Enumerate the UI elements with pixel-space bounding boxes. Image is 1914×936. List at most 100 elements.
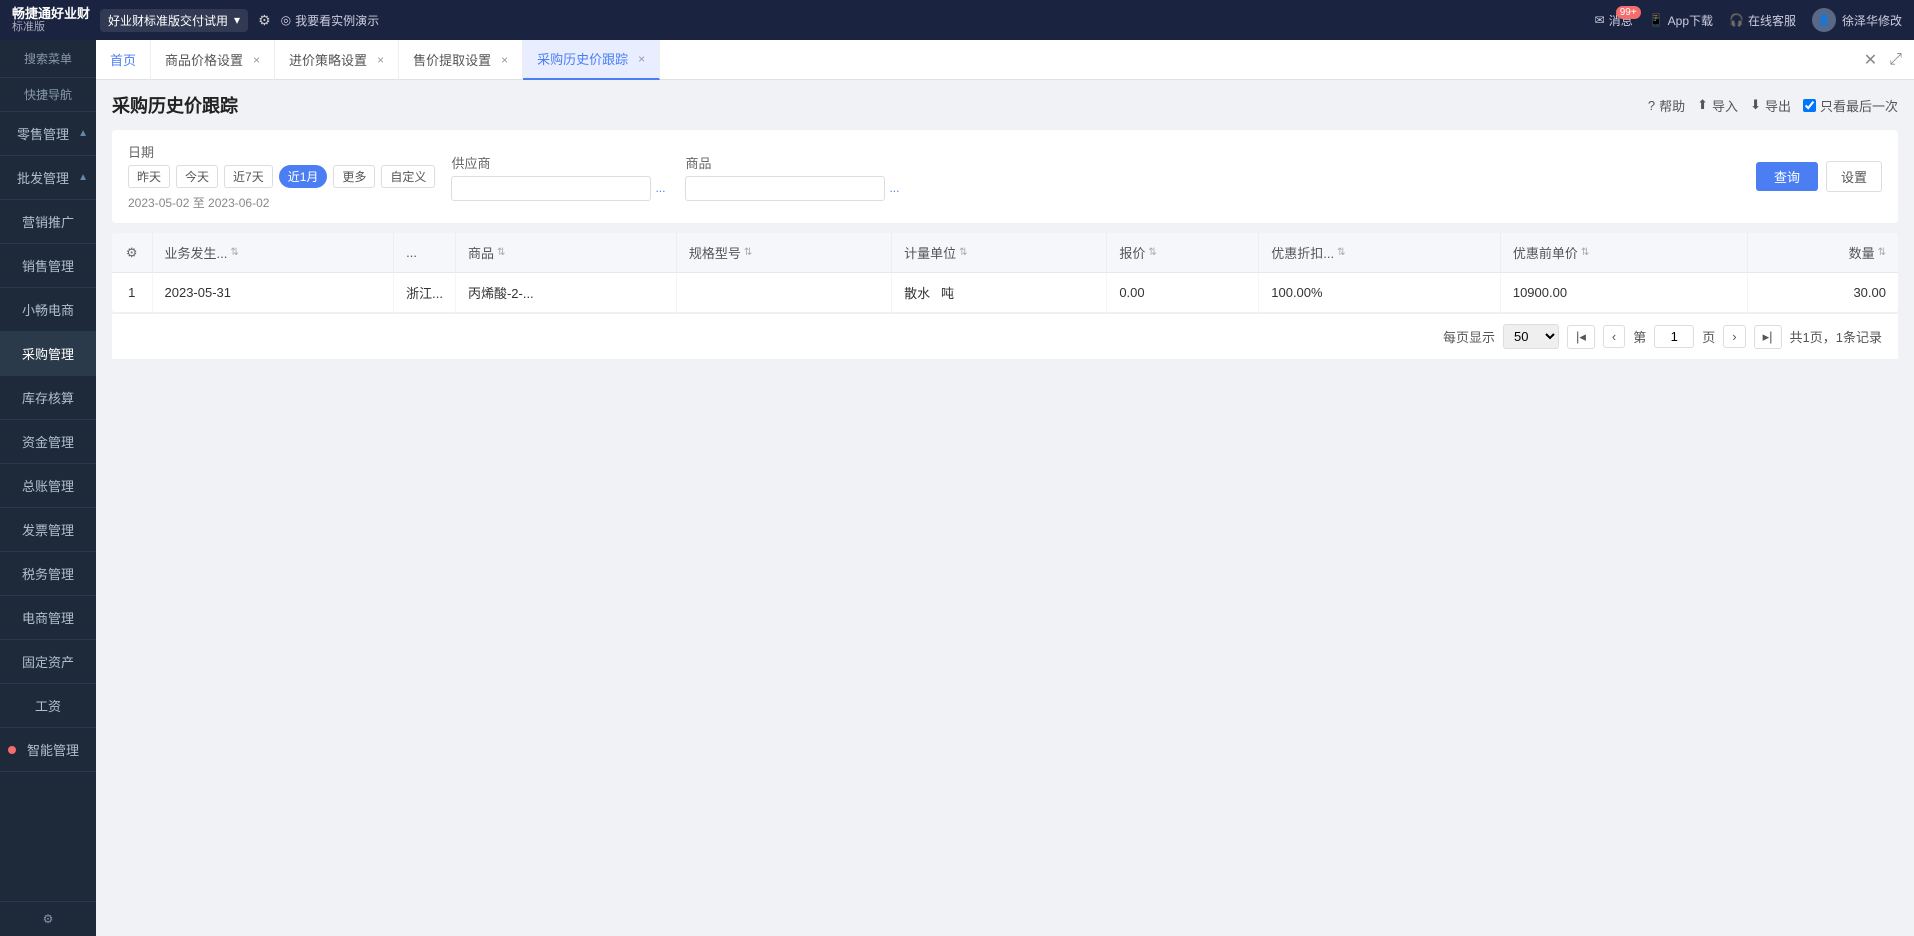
topbar-gear-icon[interactable]: ⚙ — [258, 12, 271, 29]
page-number-input[interactable] — [1654, 325, 1694, 348]
online-service-button[interactable]: 🎧 在线客服 — [1729, 12, 1796, 29]
per-page-select[interactable]: 50 10 20 100 — [1503, 324, 1559, 349]
sidebar-item-wholesale[interactable]: 批发管理 ▲ — [0, 156, 96, 200]
phone-icon: 📱 — [1649, 13, 1664, 27]
import-button[interactable]: ⬆ 导入 — [1697, 96, 1738, 115]
message-button[interactable]: ✉ 消息 99+ — [1595, 12, 1633, 29]
th-qty-sort-icon: ⇅ — [1878, 247, 1886, 258]
th-pre-discount-price[interactable]: 优惠前单价 ⇅ — [1500, 233, 1747, 273]
th-discount-sort-icon: ⇅ — [1337, 247, 1345, 258]
sidebar-item-retail[interactable]: 零售管理 ▲ — [0, 112, 96, 156]
sidebar-item-ecommerce-small[interactable]: 小畅电商 — [0, 288, 96, 332]
cell-index: 1 — [112, 273, 152, 313]
date-btn-yesterday[interactable]: 昨天 — [128, 165, 170, 188]
app-download-label: App下载 — [1668, 12, 1713, 29]
sidebar-item-purchase[interactable]: 采购管理 — [0, 332, 96, 376]
th-biz-date[interactable]: 业务发生... ⇅ — [152, 233, 394, 273]
help-button[interactable]: ? 帮助 — [1648, 96, 1685, 115]
filter-product-item: 商品 ... — [685, 153, 903, 201]
app-download-button[interactable]: 📱 App下载 — [1649, 12, 1713, 29]
th-more[interactable]: ... — [394, 233, 456, 273]
filter-actions: 查询 设置 — [1756, 161, 1882, 192]
sidebar-item-general-ledger[interactable]: 总账管理 — [0, 464, 96, 508]
version-selector[interactable]: 好业财标准版交付试用 ▾ — [100, 9, 248, 32]
sidebar-item-ecommerce[interactable]: 电商管理 — [0, 596, 96, 640]
tab-purchase-strategy-close[interactable]: × — [377, 53, 384, 67]
tabbar: 首页 商品价格设置 × 进价策略设置 × 售价提取设置 × 采购历史价跟踪 × … — [96, 40, 1914, 80]
sidebar-quick-nav[interactable]: 快捷导航 — [0, 78, 96, 112]
sidebar-item-tax[interactable]: 税务管理 — [0, 552, 96, 596]
tab-close-all-icon[interactable]: ✕ — [1860, 46, 1881, 74]
sidebar-item-marketing[interactable]: 营销推广 — [0, 200, 96, 244]
th-unit[interactable]: 计量单位 ⇅ — [892, 233, 1107, 273]
date-range-display: 2023-05-02 至 2023-06-02 — [128, 194, 269, 211]
tab-purchase-history[interactable]: 采购历史价跟踪 × — [523, 40, 660, 80]
tab-purchase-strategy-label: 进价策略设置 — [289, 50, 367, 69]
product-more-btn[interactable]: ... — [885, 181, 903, 195]
sidebar-item-smart-mgmt[interactable]: 智能管理 — [0, 728, 96, 772]
import-icon: ⬆ — [1697, 97, 1708, 113]
th-spec-label: 规格型号 — [689, 243, 741, 262]
sidebar-item-sales[interactable]: 销售管理 — [0, 244, 96, 288]
cell-discount: 100.00% — [1259, 273, 1501, 313]
th-biz-date-label: 业务发生... — [165, 243, 228, 262]
th-gear[interactable]: ⚙ — [112, 233, 152, 273]
sidebar-settings-icon[interactable]: ⚙ — [0, 901, 96, 936]
supplier-more-btn[interactable]: ... — [651, 181, 669, 195]
sidebar-search[interactable]: 搜索菜单 — [0, 40, 96, 78]
tab-purchase-strategy[interactable]: 进价策略设置 × — [275, 40, 399, 80]
sidebar-item-invoice[interactable]: 发票管理 — [0, 508, 96, 552]
sidebar-item-payroll[interactable]: 工资 — [0, 684, 96, 728]
tab-purchase-history-close[interactable]: × — [638, 52, 645, 66]
sidebar-item-inventory[interactable]: 库存核算 — [0, 376, 96, 420]
topbar-right: ✉ 消息 99+ 📱 App下载 🎧 在线客服 👤 徐泽华修改 — [1595, 8, 1902, 32]
page-suffix: 页 — [1702, 327, 1715, 346]
date-btn-more[interactable]: 更多 — [333, 165, 375, 188]
tab-expand-icon[interactable]: ⤢ — [1885, 47, 1906, 73]
date-btn-7days[interactable]: 近7天 — [224, 165, 273, 188]
data-table-wrap: ⚙ 业务发生... ⇅ ... — [112, 233, 1898, 313]
first-page-button[interactable]: |◂ — [1567, 325, 1595, 349]
export-button[interactable]: ⬇ 导出 — [1750, 96, 1791, 115]
date-btn-today[interactable]: 今天 — [176, 165, 218, 188]
tab-sale-price-close[interactable]: × — [501, 53, 508, 67]
th-price[interactable]: 报价 ⇅ — [1107, 233, 1259, 273]
tab-product-price-close[interactable]: × — [253, 53, 260, 67]
tab-sale-price[interactable]: 售价提取设置 × — [399, 40, 523, 80]
th-discount[interactable]: 优惠折扣... ⇅ — [1259, 233, 1501, 273]
filter-supplier-item: 供应商 ... — [451, 153, 669, 201]
table-row: 1 2023-05-31 浙江... 丙烯酸-2-... 散水 吨 0.00 — [112, 273, 1898, 313]
query-button[interactable]: 查询 — [1756, 162, 1818, 191]
sidebar-item-finance[interactable]: 资金管理 — [0, 420, 96, 464]
sidebar-item-fixed-assets[interactable]: 固定资产 — [0, 640, 96, 684]
help-icon: ? — [1648, 98, 1655, 113]
filter-product-wrap: ... — [685, 176, 903, 201]
prev-page-button[interactable]: ‹ — [1603, 325, 1625, 348]
date-btn-1month[interactable]: 近1月 — [279, 165, 328, 188]
tab-product-price[interactable]: 商品价格设置 × — [151, 40, 275, 80]
cell-unit: 散水 吨 — [892, 273, 1107, 313]
last-page-button[interactable]: ▸| — [1754, 325, 1782, 349]
demo-link[interactable]: ◎ 我要看实例演示 — [281, 12, 380, 29]
th-product[interactable]: 商品 ⇅ — [455, 233, 676, 273]
only-last-checkbox-wrap[interactable]: 只看最后一次 — [1803, 96, 1898, 115]
settings-button[interactable]: 设置 — [1826, 161, 1882, 192]
demo-label: 我要看实例演示 — [295, 12, 379, 29]
avatar: 👤 — [1812, 8, 1836, 32]
next-page-button[interactable]: › — [1723, 325, 1745, 348]
only-last-checkbox[interactable] — [1803, 99, 1816, 112]
page-label: 第 — [1633, 327, 1646, 346]
date-btn-custom[interactable]: 自定义 — [381, 165, 435, 188]
user-menu[interactable]: 👤 徐泽华修改 — [1812, 8, 1902, 32]
product-input[interactable] — [685, 176, 885, 201]
supplier-input[interactable] — [451, 176, 651, 201]
cell-price: 0.00 — [1107, 273, 1259, 313]
th-product-sort-icon: ⇅ — [497, 247, 505, 258]
filter-supplier-wrap: ... — [451, 176, 669, 201]
tab-home[interactable]: 首页 — [96, 40, 151, 80]
table-gear-icon[interactable]: ⚙ — [126, 245, 138, 260]
cell-spec — [676, 273, 891, 313]
th-qty[interactable]: 数量 ⇅ — [1747, 233, 1898, 273]
th-spec[interactable]: 规格型号 ⇅ — [676, 233, 891, 273]
cell-pre-discount-price: 10900.00 — [1500, 273, 1747, 313]
